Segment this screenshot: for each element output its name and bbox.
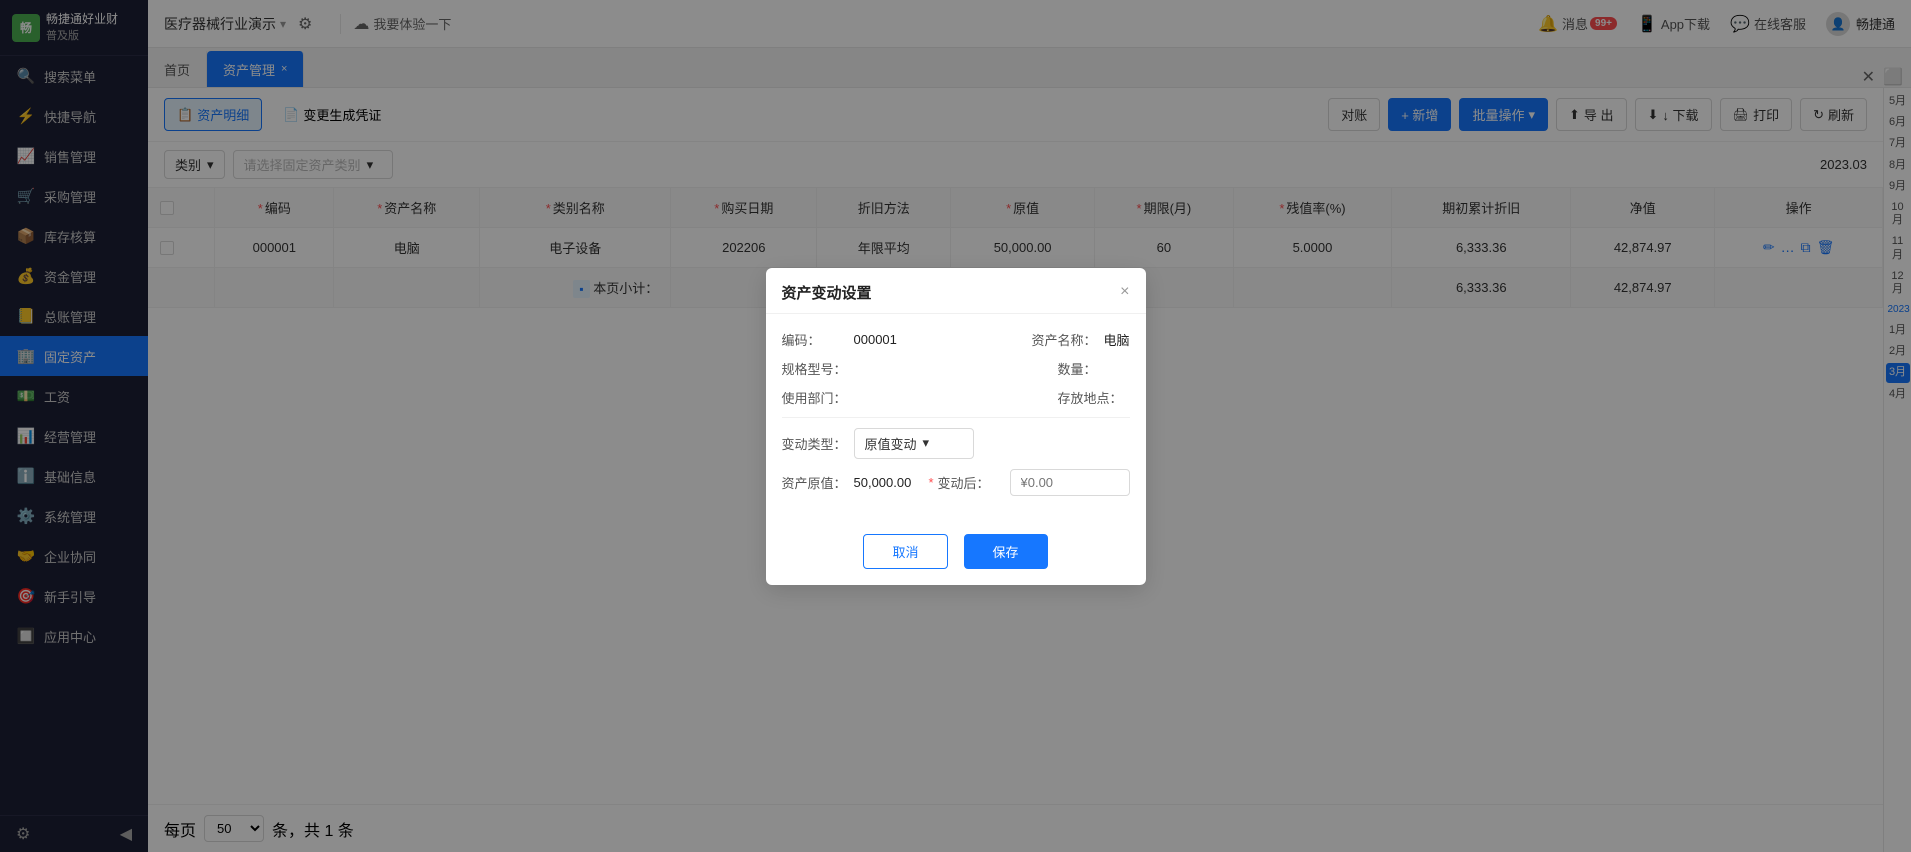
modal-row-5: 资产原值： 50,000.00 * 变动后： <box>782 469 1130 496</box>
modal-original-value-label: 资产原值： <box>782 473 854 492</box>
modal-code-value: 000001 <box>854 332 1032 347</box>
modal-divider <box>782 417 1130 418</box>
modal-dept-label: 使用部门： <box>782 388 854 407</box>
modal-quantity-label: 数量： <box>1058 359 1130 378</box>
modal-code-label: 编码： <box>782 330 854 349</box>
required-star-icon: * <box>928 475 933 490</box>
modal-change-type-label: 变动类型： <box>782 434 854 453</box>
modal-overlay: 资产变动设置 × 编码： 000001 资产名称： 电脑 规格型号： 数量： 使… <box>0 0 1911 852</box>
modal-row-2: 规格型号： 数量： <box>782 359 1130 378</box>
modal-after-change-label: 变动后： <box>938 473 1010 492</box>
modal-change-type-select[interactable]: 原值变动 ▾ <box>854 428 974 459</box>
cancel-button[interactable]: 取消 <box>863 534 947 569</box>
modal-footer: 取消 保存 <box>766 522 1146 585</box>
modal-asset-name-value: 电脑 <box>1103 330 1129 349</box>
modal-change-type-arrow: ▾ <box>923 435 930 451</box>
modal-asset-name-label: 资产名称： <box>1031 330 1103 349</box>
modal-close-icon[interactable]: × <box>1120 283 1129 301</box>
modal-location-label: 存放地点： <box>1058 388 1130 407</box>
modal-body: 编码： 000001 资产名称： 电脑 规格型号： 数量： 使用部门： 存放地点… <box>766 314 1146 522</box>
modal-row-4: 变动类型： 原值变动 ▾ <box>782 428 1130 459</box>
modal-row-3: 使用部门： 存放地点： <box>782 388 1130 407</box>
modal-change-type-value: 原值变动 <box>865 434 917 453</box>
modal-after-change-input[interactable] <box>1010 469 1130 496</box>
modal-title: 资产变动设置 <box>782 282 872 303</box>
save-button[interactable]: 保存 <box>964 534 1048 569</box>
modal-header: 资产变动设置 × <box>766 268 1146 314</box>
modal-row-1: 编码： 000001 资产名称： 电脑 <box>782 330 1130 349</box>
asset-change-modal: 资产变动设置 × 编码： 000001 资产名称： 电脑 规格型号： 数量： 使… <box>766 268 1146 585</box>
modal-spec-label: 规格型号： <box>782 359 854 378</box>
modal-original-value-value: 50,000.00 <box>854 475 929 490</box>
